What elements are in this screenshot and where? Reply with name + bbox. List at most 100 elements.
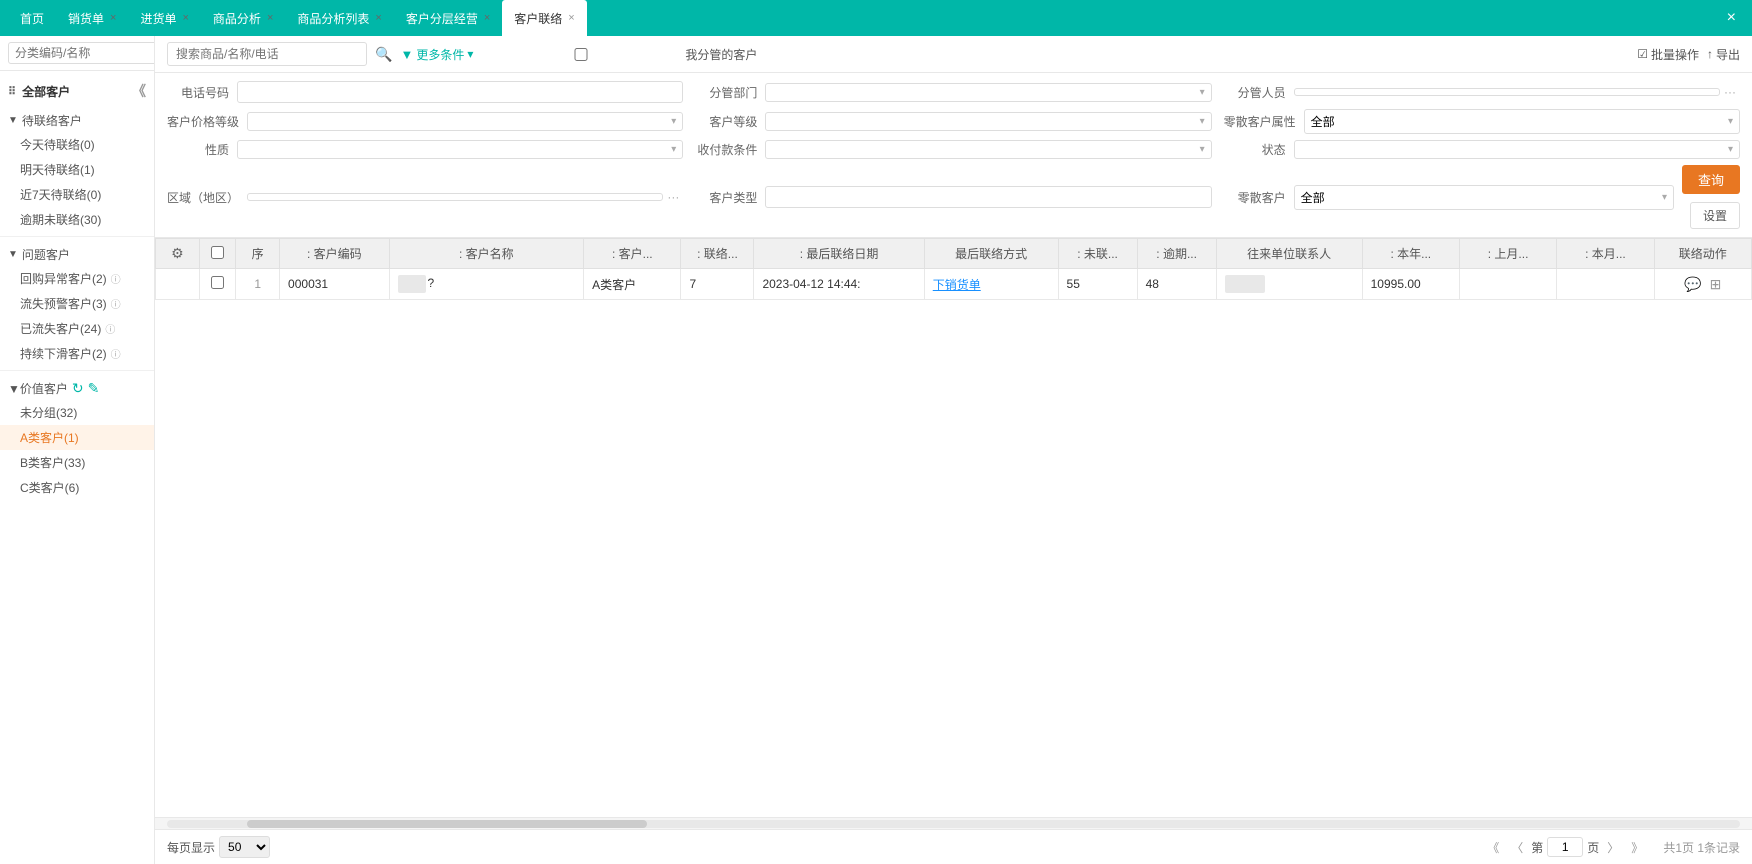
sidebar-item-class-c[interactable]: C类客户(6) [0,475,154,500]
col-gear[interactable]: ⚙ [156,239,200,269]
sidebar-item-class-a[interactable]: A类客户(1) [0,425,154,450]
edit-icon[interactable]: ✎ [88,380,100,397]
price-level-select[interactable]: ▾ [247,112,683,131]
close-product-analysis-list-icon[interactable]: × [375,12,381,24]
sidebar-item-overdue-contact[interactable]: 逾期未联络(30) [0,207,154,232]
select-all-checkbox[interactable] [211,246,224,259]
batch-op-button[interactable]: ☑ 批量操作 [1637,46,1699,63]
filter-more-button[interactable]: ▼ 更多条件 ▾ [400,46,473,63]
value-group-actions: ↻ ✎ [72,380,99,397]
nature-select[interactable]: ▾ [237,140,683,159]
sidebar-item-repurchase-abnormal[interactable]: 回购异常客户(2)ⓘ [0,266,154,291]
filter-action-buttons: 查询 设置 [1674,165,1740,229]
export-button[interactable]: ↑ 导出 [1707,46,1740,63]
total-records: 共1页 1条记录 [1663,839,1740,856]
sidebar-search-input[interactable] [8,42,155,64]
row-seq: 1 [236,269,280,300]
col-last-month[interactable]: : 上月... [1459,239,1556,269]
dept-select[interactable]: ▾ [765,83,1211,102]
sidebar-item-class-b[interactable]: B类客户(33) [0,450,154,475]
divider-1 [0,236,154,237]
my-customer-checkbox[interactable]: 我分管的客户 [481,46,757,63]
col-this-year[interactable]: : 本年... [1362,239,1459,269]
close-product-analysis-icon[interactable]: × [267,12,273,24]
payment-select[interactable]: ▾ [765,140,1211,159]
grid-action-icon[interactable]: ⊞ [1710,276,1722,293]
col-not-contact[interactable]: : 未联... [1058,239,1137,269]
nav-home[interactable]: 首页 [8,0,56,36]
close-customer-contact-icon[interactable]: × [568,12,574,24]
filter-panel: 电话号码 分管部门 ▾ 分管人员 ··· 客户价格等级 [155,73,1752,238]
gear-icon[interactable]: ⚙ [171,245,184,261]
col-contact-person[interactable]: 往来单位联系人 [1216,239,1362,269]
last-method-link[interactable]: 下销货单 [933,278,981,292]
col-this-month[interactable]: : 本月... [1557,239,1654,269]
search-button[interactable]: 查询 [1682,165,1740,194]
filter-customer-level: 客户等级 ▾ [695,109,1211,134]
search-icon[interactable]: 🔍 [375,46,392,63]
phone-input[interactable] [237,81,683,103]
region-dots-icon[interactable]: ··· [663,190,683,204]
page-input[interactable] [1547,837,1583,857]
status-select[interactable]: ▾ [1294,140,1740,159]
col-checkbox[interactable] [199,239,235,269]
export-icon: ↑ [1707,47,1713,61]
scatter-attr-select[interactable]: 全部 ▾ [1304,109,1740,134]
close-purchase-icon[interactable]: × [182,12,188,24]
info-icon-1: ⓘ [111,275,121,286]
scatter-customer-select[interactable]: 全部 ▾ [1294,185,1674,210]
row-gear-cell [156,269,200,300]
row-checkbox-cell[interactable] [199,269,235,300]
col-last-date[interactable]: : 最后联络日期 [754,239,924,269]
col-name[interactable]: : 客户名称 [389,239,584,269]
row-not-contact: 55 [1058,269,1137,300]
sidebar-item-churn-warning[interactable]: 流失预警客户(3)ⓘ [0,291,154,316]
nav-sales[interactable]: 销货单 × [56,0,128,36]
close-sales-icon[interactable]: × [110,12,116,24]
manager-dots-icon[interactable]: ··· [1720,85,1740,99]
nav-customer-tier[interactable]: 客户分层经营 × [394,0,502,36]
nav-product-analysis[interactable]: 商品分析 × [201,0,285,36]
settings-button[interactable]: 设置 [1690,202,1740,229]
last-page-button[interactable]: 》 [1627,837,1647,858]
per-page-select[interactable]: 50 100 200 [219,836,270,858]
sidebar-group-problem[interactable]: ▼ 问题客户 [0,241,154,266]
col-last-method[interactable]: 最后联络方式 [924,239,1058,269]
col-type[interactable]: : 客户... [584,239,681,269]
region-select[interactable] [247,193,663,201]
row-checkbox[interactable] [211,276,224,289]
horizontal-scrollbar[interactable] [155,817,1752,829]
nav-customer-contact[interactable]: 客户联络 × [502,0,586,36]
sidebar-item-declining[interactable]: 持续下滑客户(2)ⓘ [0,341,154,366]
close-customer-tier-icon[interactable]: × [484,12,490,24]
prev-page-button[interactable]: 〈 [1507,837,1527,858]
my-customer-check[interactable] [481,48,681,61]
nav-product-analysis-list[interactable]: 商品分析列表 × [285,0,393,36]
col-contact[interactable]: : 联络... [681,239,754,269]
col-overdue[interactable]: : 逾期... [1137,239,1216,269]
search-input[interactable] [167,42,367,66]
manager-input[interactable] [1294,88,1720,96]
sidebar-item-7day-pending[interactable]: 近7天待联络(0) [0,182,154,207]
top-nav: 首页 销货单 × 进货单 × 商品分析 × 商品分析列表 × 客户分层经营 × … [0,0,1752,36]
customer-level-select[interactable]: ▾ [765,112,1211,131]
chevron-down-icon-8: ▾ [1662,192,1667,203]
arrow-down-icon: ▼ [8,115,18,126]
first-page-button[interactable]: 《 [1483,837,1503,858]
sidebar-item-churned[interactable]: 已流失客户(24)ⓘ [0,316,154,341]
next-page-button[interactable]: 〉 [1603,837,1623,858]
sidebar-item-unclassified[interactable]: 未分组(32) [0,400,154,425]
refresh-icon[interactable]: ↻ [72,380,84,397]
sidebar-item-tomorrow-pending[interactable]: 明天待联络(1) [0,157,154,182]
sidebar-all-customers[interactable]: ⠿ 全部客户 《 [0,75,154,107]
sidebar-group-pending[interactable]: ▼ 待联络客户 [0,107,154,132]
close-all-button[interactable]: × [1719,9,1744,27]
content-area: 🔍 ▼ 更多条件 ▾ 我分管的客户 ☑ 批量操作 ↑ 导出 [155,36,1752,864]
message-icon[interactable]: 💬 [1684,276,1701,293]
sidebar-collapse-icon[interactable]: 《 [132,81,146,101]
col-code[interactable]: : 客户编码 [280,239,389,269]
sidebar-item-today-pending[interactable]: 今天待联络(0) [0,132,154,157]
customer-type-input[interactable] [765,186,1211,208]
nav-purchase[interactable]: 进货单 × [128,0,200,36]
scrollbar-thumb[interactable] [247,820,647,828]
